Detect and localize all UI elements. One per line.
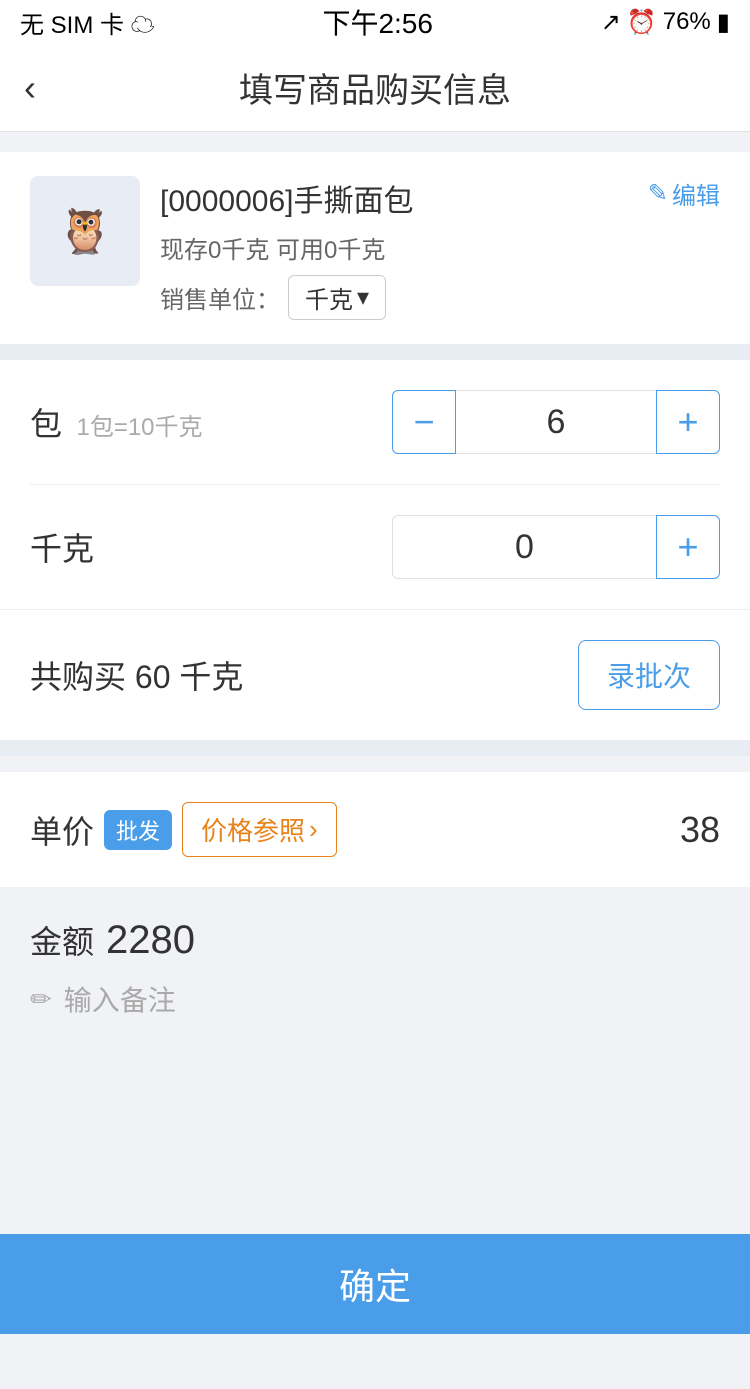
edit-icon: ✎ [648,179,668,208]
battery-text: 76% [663,8,711,36]
note-placeholder: 输入备注 [64,979,176,1019]
status-time: 下午2:56 [322,2,433,42]
product-stock: 现存0千克 可用0千克 [160,230,720,265]
no-sim-text: 无 SIM 卡 ☁ [20,5,155,40]
empty-space [0,1049,750,1389]
status-left: 无 SIM 卡 ☁ [20,5,155,40]
qianke-input[interactable] [392,515,656,579]
note-icon: ✏ [30,984,52,1015]
price-label-group: 单价 批发 价格参照 › [30,802,337,857]
total-section: 共购买 60 千克 录批次 [0,609,750,740]
unit-label: 销售单位： [160,280,280,315]
status-bar: 无 SIM 卡 ☁ 下午2:56 ↗ ⏰ 76% ▮ [0,0,750,44]
price-ref-label: 价格参照 [201,811,305,848]
status-right: ↗ ⏰ 76% ▮ [601,8,730,37]
product-info: [0000006]手撕面包 现存0千克 可用0千克 销售单位： 千克 ▾ [160,176,720,320]
bao-label-group: 包 1包=10千克 [30,399,203,445]
bao-sublabel: 1包=10千克 [76,414,202,441]
record-batch-button[interactable]: 录批次 [578,640,720,710]
price-ref-arrow-icon: › [309,814,318,845]
qianke-controls: + [392,515,720,579]
page-title: 填写商品购买信息 [239,63,511,112]
amount-value: 2280 [106,918,195,963]
location-icon: ↗ [601,8,621,37]
bao-plus-button[interactable]: + [656,390,720,454]
price-value: 38 [680,809,720,851]
product-unit: 销售单位： 千克 ▾ [160,275,720,320]
bao-row: 包 1包=10千克 − + [30,360,720,485]
price-ref-button[interactable]: 价格参照 › [182,802,337,857]
product-card: 🦉 [0000006]手撕面包 现存0千克 可用0千克 销售单位： 千克 ▾ ✎… [0,152,750,344]
bao-controls: − + [392,390,720,454]
price-label: 单价 [30,807,94,853]
confirm-label: 确定 [339,1258,411,1310]
unit-dropdown-icon: ▾ [357,283,369,312]
back-button[interactable]: ‹ [24,67,36,109]
price-type-tag: 批发 [104,810,172,850]
edit-button[interactable]: ✎ 编辑 [648,176,720,211]
edit-label: 编辑 [672,176,720,211]
nav-bar: ‹ 填写商品购买信息 [0,44,750,132]
product-thumbnail: 🦉 [30,176,140,286]
bao-input[interactable] [456,390,656,454]
amount-label: 金额 [30,917,94,963]
section-divider-2 [0,740,750,756]
unit-value: 千克 [305,280,353,315]
qianke-row: 千克 + [30,485,720,609]
section-divider-1 [0,344,750,360]
confirm-button[interactable]: 确定 [0,1234,750,1334]
alarm-icon: ⏰ [627,8,657,37]
price-section: 单价 批发 价格参照 › 38 [0,772,750,887]
qianke-label: 千克 [30,531,94,567]
note-row[interactable]: ✏ 输入备注 [30,979,720,1019]
total-label: 共购买 60 千克 [30,652,243,698]
unit-select[interactable]: 千克 ▾ [288,275,386,320]
battery-icon: ▮ [717,8,730,37]
amount-row: 金额 2280 [30,917,720,963]
product-name: [0000006]手撕面包 [160,176,720,220]
bao-minus-button[interactable]: − [392,390,456,454]
input-section: 包 1包=10千克 − + 千克 + [0,360,750,609]
bao-label: 包 [30,406,62,442]
qianke-plus-button[interactable]: + [656,515,720,579]
qianke-label-group: 千克 [30,524,94,570]
amount-section: 金额 2280 ✏ 输入备注 [0,887,750,1049]
product-thumb-icon: 🦉 [58,205,113,257]
